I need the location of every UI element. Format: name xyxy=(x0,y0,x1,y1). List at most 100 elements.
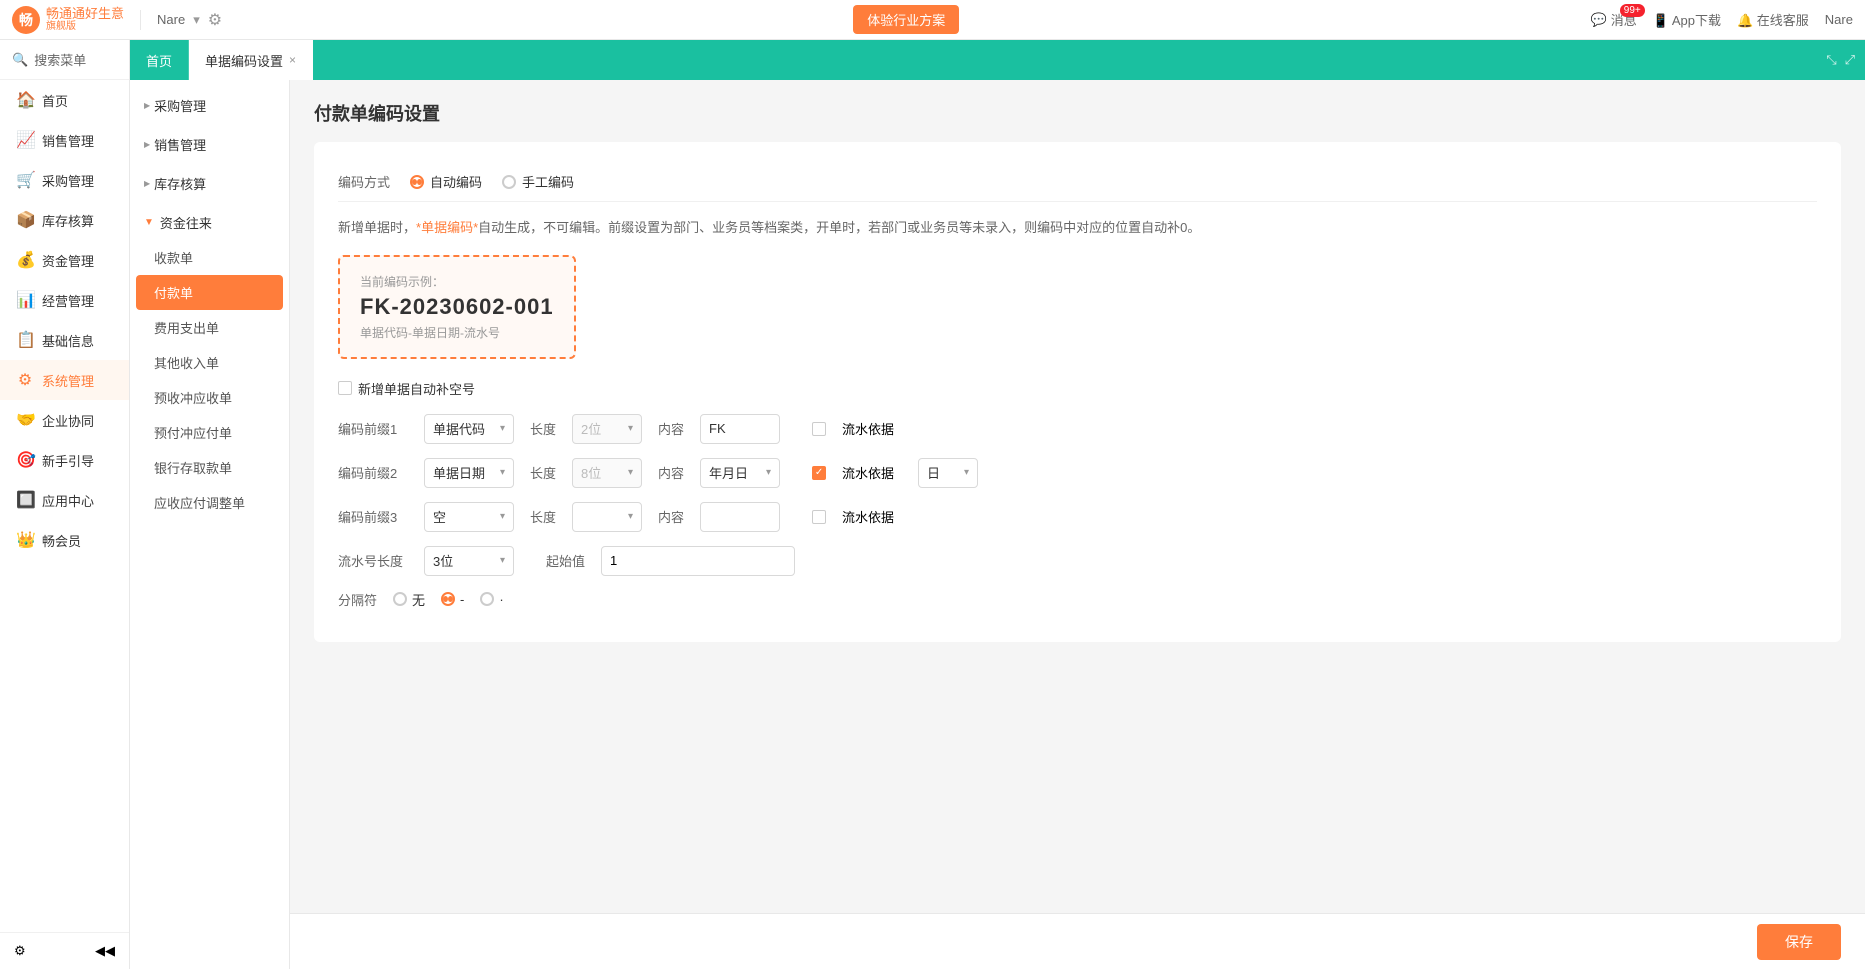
topbar-arrows[interactable]: ▾ xyxy=(193,12,200,28)
separator-dash-dot xyxy=(480,592,494,606)
customer-service-button[interactable]: 🔔 在线客服 xyxy=(1737,10,1809,29)
sub-group-arrow-inventory xyxy=(144,178,150,189)
customer-service-label: 在线客服 xyxy=(1757,13,1809,28)
sidebar-footer-collapse-icon[interactable]: ◀◀ xyxy=(95,943,115,959)
topbar-left: 畅 畅通通好生意 旗舰版 Nare ▾ ⚙ xyxy=(12,6,222,34)
prefix-select-1[interactable]: 单据代码 ▾ xyxy=(424,414,514,444)
start-value-input[interactable] xyxy=(601,546,795,576)
auto-fill-checkbox[interactable] xyxy=(338,381,352,395)
inventory-icon: 📦 xyxy=(16,210,34,230)
tab-home[interactable]: 首页 xyxy=(130,40,189,80)
manual-encoding-radio[interactable]: 手工编码 xyxy=(502,172,574,191)
prefix-select-3[interactable]: 空 ▾ xyxy=(424,502,514,532)
watermark-checkbox-2[interactable]: ✓ xyxy=(812,466,826,480)
serial-length-select[interactable]: 3位 ▾ xyxy=(424,546,514,576)
sidebar-item-sales[interactable]: 📈 销售管理 xyxy=(0,120,129,160)
auto-fill-label: 新增单据自动补空号 xyxy=(358,379,475,398)
watermark-label-3: 流水依据 xyxy=(842,507,894,526)
topbar-settings-icon[interactable]: ⚙ xyxy=(208,10,222,30)
prefix-label-2: 编码前缀2 xyxy=(338,463,408,482)
sub-group-title-purchase[interactable]: 采购管理 xyxy=(130,88,289,123)
tab-encoding-label: 单据编码设置 xyxy=(205,51,283,70)
prefix-select-2[interactable]: 单据日期 ▾ xyxy=(424,458,514,488)
watermark-checkbox-1[interactable] xyxy=(812,422,826,436)
sub-leaf-bank[interactable]: 银行存取款单 xyxy=(130,450,289,485)
content-label-3: 内容 xyxy=(658,507,684,526)
separator-dot[interactable]: - xyxy=(441,592,464,607)
sales-icon: 📈 xyxy=(16,130,34,150)
tab-encoding[interactable]: 单据编码设置 × xyxy=(189,40,313,80)
watermark-checkbox-3[interactable] xyxy=(812,510,826,524)
main-content: 付款单编码设置 编码方式 自动编码 手工编码 xyxy=(290,80,1865,913)
watermark-label-1: 流水依据 xyxy=(842,419,894,438)
sub-group-title-capital[interactable]: ▼ 资金往来 xyxy=(130,205,289,240)
period-arrow-2: ▾ xyxy=(964,467,969,478)
content-select-2[interactable]: 年月日 ▾ xyxy=(700,458,780,488)
length-select-1[interactable]: 2位 ▾ xyxy=(572,414,642,444)
tab-maximize-icon[interactable]: ⤢ xyxy=(1845,52,1855,68)
save-button[interactable]: 保存 xyxy=(1757,924,1841,960)
sidebar-item-inventory[interactable]: 📦 库存核算 xyxy=(0,200,129,240)
auto-fill-row[interactable]: 新增单据自动补空号 xyxy=(338,379,1817,398)
auto-encoding-radio[interactable]: 自动编码 xyxy=(410,172,482,191)
sidebar-nav: 🏠 首页 📈 销售管理 🛒 采购管理 📦 库存核算 💰 资金管理 📊 经 xyxy=(0,80,129,932)
sub-leaf-expense[interactable]: 费用支出单 xyxy=(130,310,289,345)
period-value-2: 日 xyxy=(927,463,940,482)
sub-group-purchase: 采购管理 xyxy=(130,88,289,123)
content-area: 采购管理 销售管理 库存核算 ▼ xyxy=(130,80,1865,969)
sidebar-item-purchase[interactable]: 🛒 采购管理 xyxy=(0,160,129,200)
main-layout: 🔍 搜索菜单 🏠 首页 📈 销售管理 🛒 采购管理 📦 库存核算 💰 xyxy=(0,40,1865,969)
tab-minimize-icon[interactable]: ⤡ xyxy=(1826,52,1836,68)
sidebar-item-enterprise[interactable]: 🤝 企业协同 xyxy=(0,400,129,440)
sidebar-item-basic[interactable]: 📋 基础信息 xyxy=(0,320,129,360)
sidebar-label-inventory: 库存核算 xyxy=(42,211,94,230)
length-value-2: 8位 xyxy=(581,463,601,482)
customer-service-icon: 🔔 xyxy=(1737,13,1753,28)
encoding-card: 编码方式 自动编码 手工编码 新增单据时 xyxy=(314,142,1841,642)
tab-close-icon[interactable]: × xyxy=(289,53,296,67)
sidebar-footer: ⚙ ◀◀ xyxy=(0,932,129,969)
sub-leaf-adjustment[interactable]: 应收应付调整单 xyxy=(130,485,289,520)
length-label-2: 长度 xyxy=(530,463,556,482)
app-download-icon: 📱 xyxy=(1653,13,1669,28)
sidebar-item-home[interactable]: 🏠 首页 xyxy=(0,80,129,120)
tab-home-label: 首页 xyxy=(146,51,172,70)
preview-parts: 单据代码-单据日期-流水号 xyxy=(360,324,554,341)
separator-dash[interactable]: · xyxy=(480,592,503,607)
sidebar-item-finance[interactable]: 💰 资金管理 xyxy=(0,240,129,280)
prefix-label-1: 编码前缀1 xyxy=(338,419,408,438)
sidebar-label-sales: 销售管理 xyxy=(42,131,94,150)
sub-group-title-sales[interactable]: 销售管理 xyxy=(130,127,289,162)
sub-leaf-pre-payment[interactable]: 预付冲应付单 xyxy=(130,415,289,450)
period-select-2[interactable]: 日 ▾ xyxy=(918,458,978,488)
length-select-2[interactable]: 8位 ▾ xyxy=(572,458,642,488)
separator-none[interactable]: 无 xyxy=(393,590,425,609)
sidebar-item-member[interactable]: 👑 畅会员 xyxy=(0,520,129,560)
app-download-button[interactable]: 📱 App下载 xyxy=(1653,10,1721,29)
topbar-right: 💬 消息 99+ 📱 App下载 🔔 在线客服 Nare xyxy=(1591,10,1853,29)
sub-leaf-other-income[interactable]: 其他收入单 xyxy=(130,345,289,380)
sub-group-arrow-sales xyxy=(144,139,150,150)
length-arrow-3: ▾ xyxy=(628,511,633,522)
length-value-1: 2位 xyxy=(581,419,601,438)
sidebar-footer-settings-icon[interactable]: ⚙ xyxy=(14,943,26,959)
sub-leaf-payment[interactable]: 付款单 xyxy=(136,275,283,310)
sidebar-item-guide[interactable]: 🎯 新手引导 xyxy=(0,440,129,480)
sub-leaf-receipt[interactable]: 收款单 xyxy=(130,240,289,275)
guide-icon: 🎯 xyxy=(16,450,34,470)
trial-button[interactable]: 体验行业方案 xyxy=(853,5,959,34)
sub-group-title-inventory[interactable]: 库存核算 xyxy=(130,166,289,201)
sidebar-item-system[interactable]: ⚙ 系统管理 xyxy=(0,360,129,400)
sidebar-search[interactable]: 🔍 搜索菜单 xyxy=(0,40,129,80)
watermark-label-2: 流水依据 xyxy=(842,463,894,482)
messages-button[interactable]: 💬 消息 99+ xyxy=(1591,10,1637,29)
company-name: Nare xyxy=(157,12,185,27)
sidebar-item-operations[interactable]: 📊 经营管理 xyxy=(0,280,129,320)
user-name[interactable]: Nare xyxy=(1825,12,1853,27)
length-select-3[interactable]: ▾ xyxy=(572,502,642,532)
length-label-3: 长度 xyxy=(530,507,556,526)
sidebar-item-apps[interactable]: 🔲 应用中心 xyxy=(0,480,129,520)
content-value-3 xyxy=(700,502,780,532)
sub-leaf-pre-receipt[interactable]: 预收冲应收单 xyxy=(130,380,289,415)
info-highlight: *单据编码* xyxy=(416,220,478,235)
